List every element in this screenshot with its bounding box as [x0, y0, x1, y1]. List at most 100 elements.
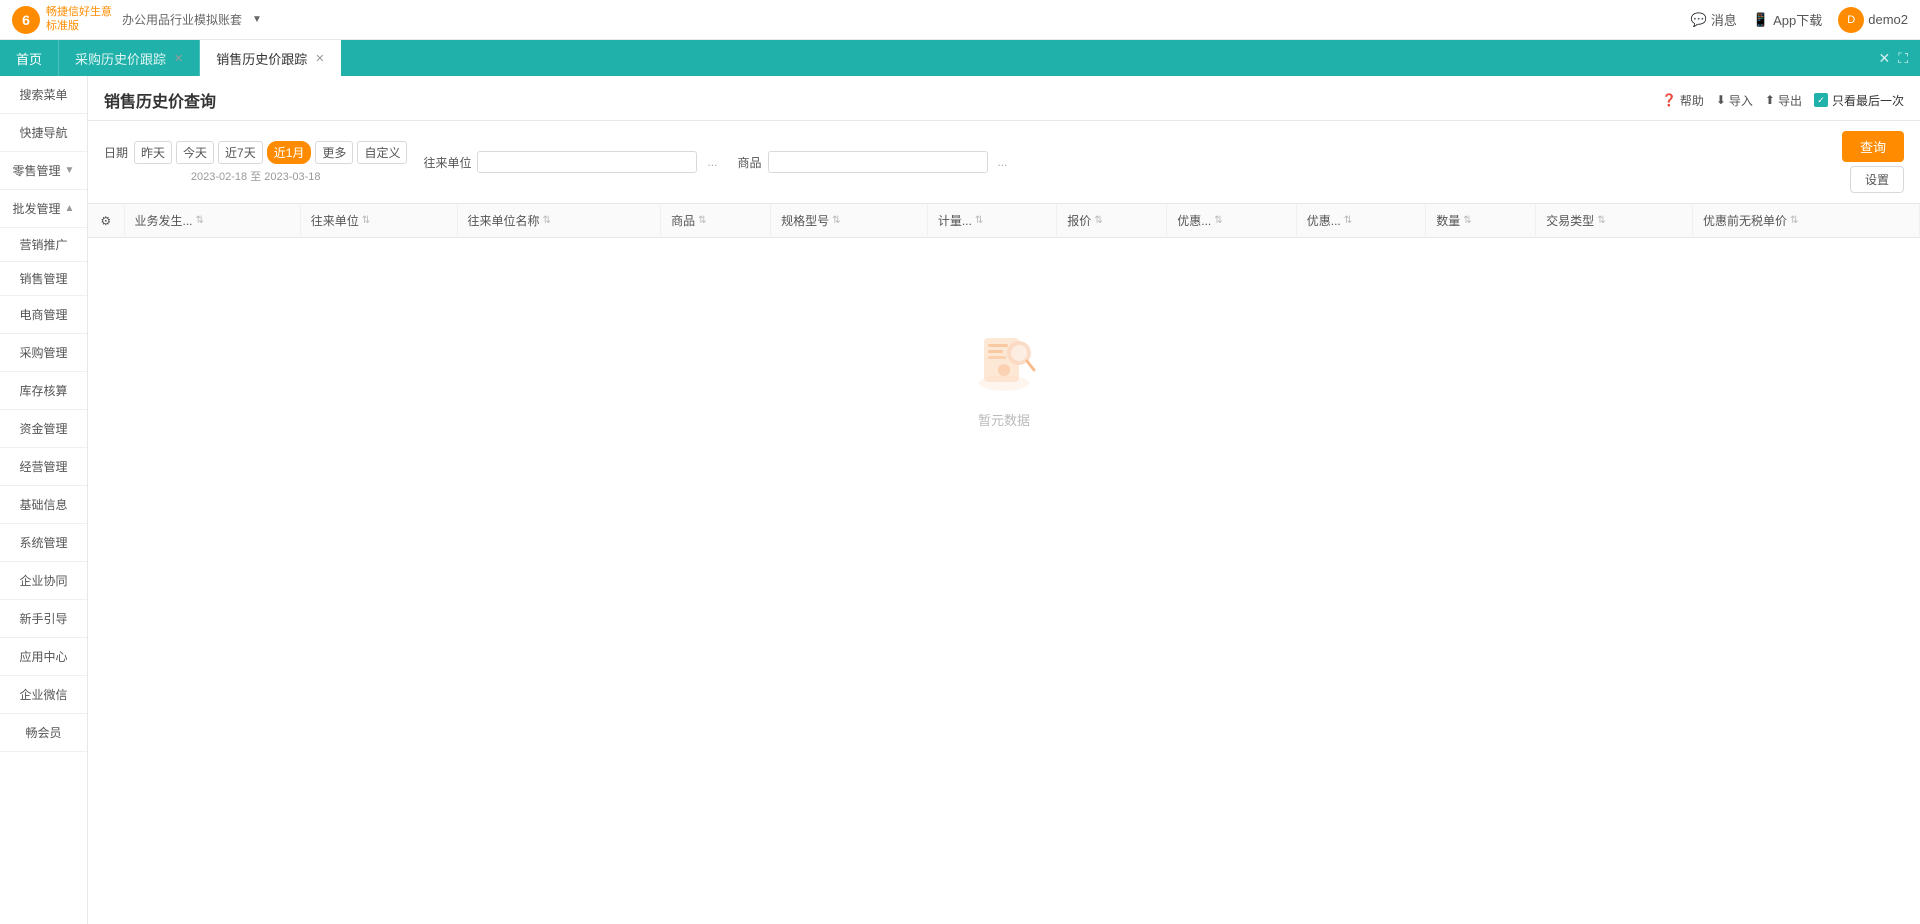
sidebar-item-app-center[interactable]: 应用中心 — [0, 638, 87, 676]
th-settings[interactable]: ⚙ — [88, 204, 124, 238]
import-button[interactable]: ⬇ 导入 — [1716, 92, 1753, 109]
data-table: ⚙ 业务发生... ⇅ 往来单位 ⇅ — [88, 204, 1920, 238]
retail-arrow-icon: ▼ — [65, 165, 75, 176]
sidebar-item-quick-nav[interactable]: 快捷导航 — [0, 114, 87, 152]
sidebar-item-member[interactable]: 畅会员 — [0, 714, 87, 752]
sidebar-item-system[interactable]: 系统管理 — [0, 524, 87, 562]
product-filter-label: 商品 — [737, 154, 761, 171]
sidebar-item-basic-info[interactable]: 基础信息 — [0, 486, 87, 524]
partner-input[interactable] — [477, 151, 697, 173]
sidebar-basic-info-label: 基础信息 — [19, 496, 67, 513]
sort-quoted-price-icon: ⇅ — [1094, 215, 1102, 226]
th-spec[interactable]: 规格型号 ⇅ — [771, 204, 928, 238]
sidebar-item-purchase[interactable]: 采购管理 — [0, 334, 87, 372]
date-more[interactable]: 更多 — [315, 141, 353, 164]
sort-partner-name-icon: ⇅ — [543, 215, 551, 226]
th-discount1[interactable]: 优惠... ⇅ — [1167, 204, 1296, 238]
th-quoted-price[interactable]: 报价 ⇅ — [1057, 204, 1167, 238]
sort-trade-type-icon: ⇅ — [1597, 215, 1605, 226]
date-7days[interactable]: 近7天 — [218, 141, 263, 164]
th-discount2[interactable]: 优惠... ⇅ — [1296, 204, 1425, 238]
date-yesterday[interactable]: 昨天 — [134, 141, 172, 164]
tab-purchase-close[interactable]: ✕ — [174, 52, 183, 65]
help-button[interactable]: ❓ 帮助 — [1662, 92, 1704, 109]
sidebar-ecommerce-label: 电商管理 — [19, 306, 67, 323]
top-bar-right: 💬 消息 📱 App下载 D demo2 — [1691, 7, 1908, 33]
empty-state: 暂元数据 — [88, 238, 1920, 509]
avatar: D — [1838, 7, 1864, 33]
top-bar: 6 畅捷信好生意 标准版 办公用品行业模拟账套 ▼ 💬 消息 📱 App下载 D… — [0, 0, 1920, 40]
sidebar-item-operations[interactable]: 经营管理 — [0, 448, 87, 486]
tab-bar: 首页 采购历史价跟踪 ✕ 销售历史价跟踪 ✕ ✕ ⛶ — [0, 40, 1920, 76]
date-today[interactable]: 今天 — [176, 141, 214, 164]
app-download-button[interactable]: 📱 App下载 — [1753, 10, 1822, 29]
tab-home[interactable]: 首页 — [0, 40, 59, 76]
sidebar-item-inventory[interactable]: 库存核算 — [0, 372, 87, 410]
tab-sales-history[interactable]: 销售历史价跟踪 ✕ — [200, 40, 341, 76]
export-button[interactable]: ⬆ 导出 — [1765, 92, 1802, 109]
settings-button[interactable]: 设置 — [1850, 166, 1904, 193]
sidebar-inventory-label: 库存核算 — [19, 382, 67, 399]
filter-action-row: 查询 — [1838, 131, 1904, 162]
top-bar-left: 6 畅捷信好生意 标准版 办公用品行业模拟账套 ▼ — [12, 6, 262, 34]
sidebar-item-guide[interactable]: 新手引导 — [0, 600, 87, 638]
th-product[interactable]: 商品 ⇅ — [661, 204, 771, 238]
sidebar-search-label: 搜索菜单 — [19, 86, 67, 103]
th-trade-type[interactable]: 交易类型 ⇅ — [1536, 204, 1693, 238]
th-biz-date[interactable]: 业务发生... ⇅ — [124, 204, 300, 238]
sidebar-system-label: 系统管理 — [19, 534, 67, 551]
table-container: ⚙ 业务发生... ⇅ 往来单位 ⇅ — [88, 204, 1920, 924]
sidebar-cooperation-label: 企业协同 — [19, 572, 67, 589]
logo-icon: 6 — [12, 6, 40, 34]
user-menu[interactable]: D demo2 — [1838, 7, 1908, 33]
th-partner-code[interactable]: 往来单位 ⇅ — [300, 204, 457, 238]
query-button[interactable]: 查询 — [1842, 131, 1904, 162]
th-partner-name[interactable]: 往来单位名称 ⇅ — [457, 204, 661, 238]
sidebar-member-label: 畅会员 — [25, 724, 61, 741]
breadcrumb: 办公用品行业模拟账套 — [122, 11, 242, 28]
sidebar-wechat-label: 企业微信 — [19, 686, 67, 703]
wholesale-arrow-icon: ▲ — [65, 203, 75, 214]
sidebar-item-sales-mgmt[interactable]: 销售管理 — [0, 262, 87, 296]
sort-quantity-icon: ⇅ — [1463, 215, 1471, 226]
close-all-icon[interactable]: ✕ — [1878, 50, 1890, 67]
tab-purchase-history[interactable]: 采购历史价跟踪 ✕ — [59, 40, 200, 76]
partner-filter-group: 往来单位 ... — [423, 151, 721, 173]
tab-sales-close[interactable]: ✕ — [315, 52, 324, 65]
sidebar-item-search[interactable]: 搜索菜单 — [0, 76, 87, 114]
sort-discount2-icon: ⇅ — [1344, 215, 1352, 226]
th-quantity[interactable]: 数量 ⇅ — [1426, 204, 1536, 238]
maximize-icon[interactable]: ⛶ — [1898, 50, 1908, 67]
tab-purchase-label: 采购历史价跟踪 — [75, 49, 166, 68]
date-filter-label: 日期 — [104, 144, 128, 161]
tab-home-label: 首页 — [16, 49, 42, 68]
import-icon: ⬇ — [1716, 93, 1726, 107]
sort-biz-date-icon: ⇅ — [196, 215, 204, 226]
th-pre-tax-price[interactable]: 优惠前无税单价 ⇅ — [1692, 204, 1919, 238]
settings-row: 设置 — [1850, 166, 1904, 193]
sort-unit-icon: ⇅ — [975, 215, 983, 226]
sidebar-item-retail[interactable]: 零售管理 ▼ — [0, 152, 87, 190]
product-input[interactable] — [768, 151, 988, 173]
sidebar-item-wechat[interactable]: 企业微信 — [0, 676, 87, 714]
sidebar-item-finance[interactable]: 资金管理 — [0, 410, 87, 448]
th-unit[interactable]: 计量... ⇅ — [927, 204, 1056, 238]
sort-pre-tax-price-icon: ⇅ — [1790, 215, 1798, 226]
only-last-checkbox[interactable]: ✓ — [1814, 93, 1828, 107]
breadcrumb-dropdown[interactable]: ▼ — [252, 14, 262, 25]
sidebar-item-cooperation[interactable]: 企业协同 — [0, 562, 87, 600]
date-custom[interactable]: 自定义 — [357, 141, 407, 164]
sidebar-item-ecommerce[interactable]: 电商管理 — [0, 296, 87, 334]
export-icon: ⬆ — [1765, 93, 1775, 107]
sidebar-item-marketing[interactable]: 营销推广 — [0, 228, 87, 262]
sort-product-icon: ⇅ — [698, 215, 706, 226]
sidebar-guide-label: 新手引导 — [19, 610, 67, 627]
date-1month[interactable]: 近1月 — [267, 141, 312, 164]
partner-filter-label: 往来单位 — [423, 154, 471, 171]
only-last-label: 只看最后一次 — [1832, 92, 1904, 109]
message-button[interactable]: 💬 消息 — [1691, 10, 1737, 29]
sidebar-purchase-label: 采购管理 — [19, 344, 67, 361]
logo-area: 6 畅捷信好生意 标准版 — [12, 6, 112, 34]
filter-right: 查询 设置 — [1838, 131, 1904, 193]
sidebar-item-wholesale[interactable]: 批发管理 ▲ — [0, 190, 87, 228]
